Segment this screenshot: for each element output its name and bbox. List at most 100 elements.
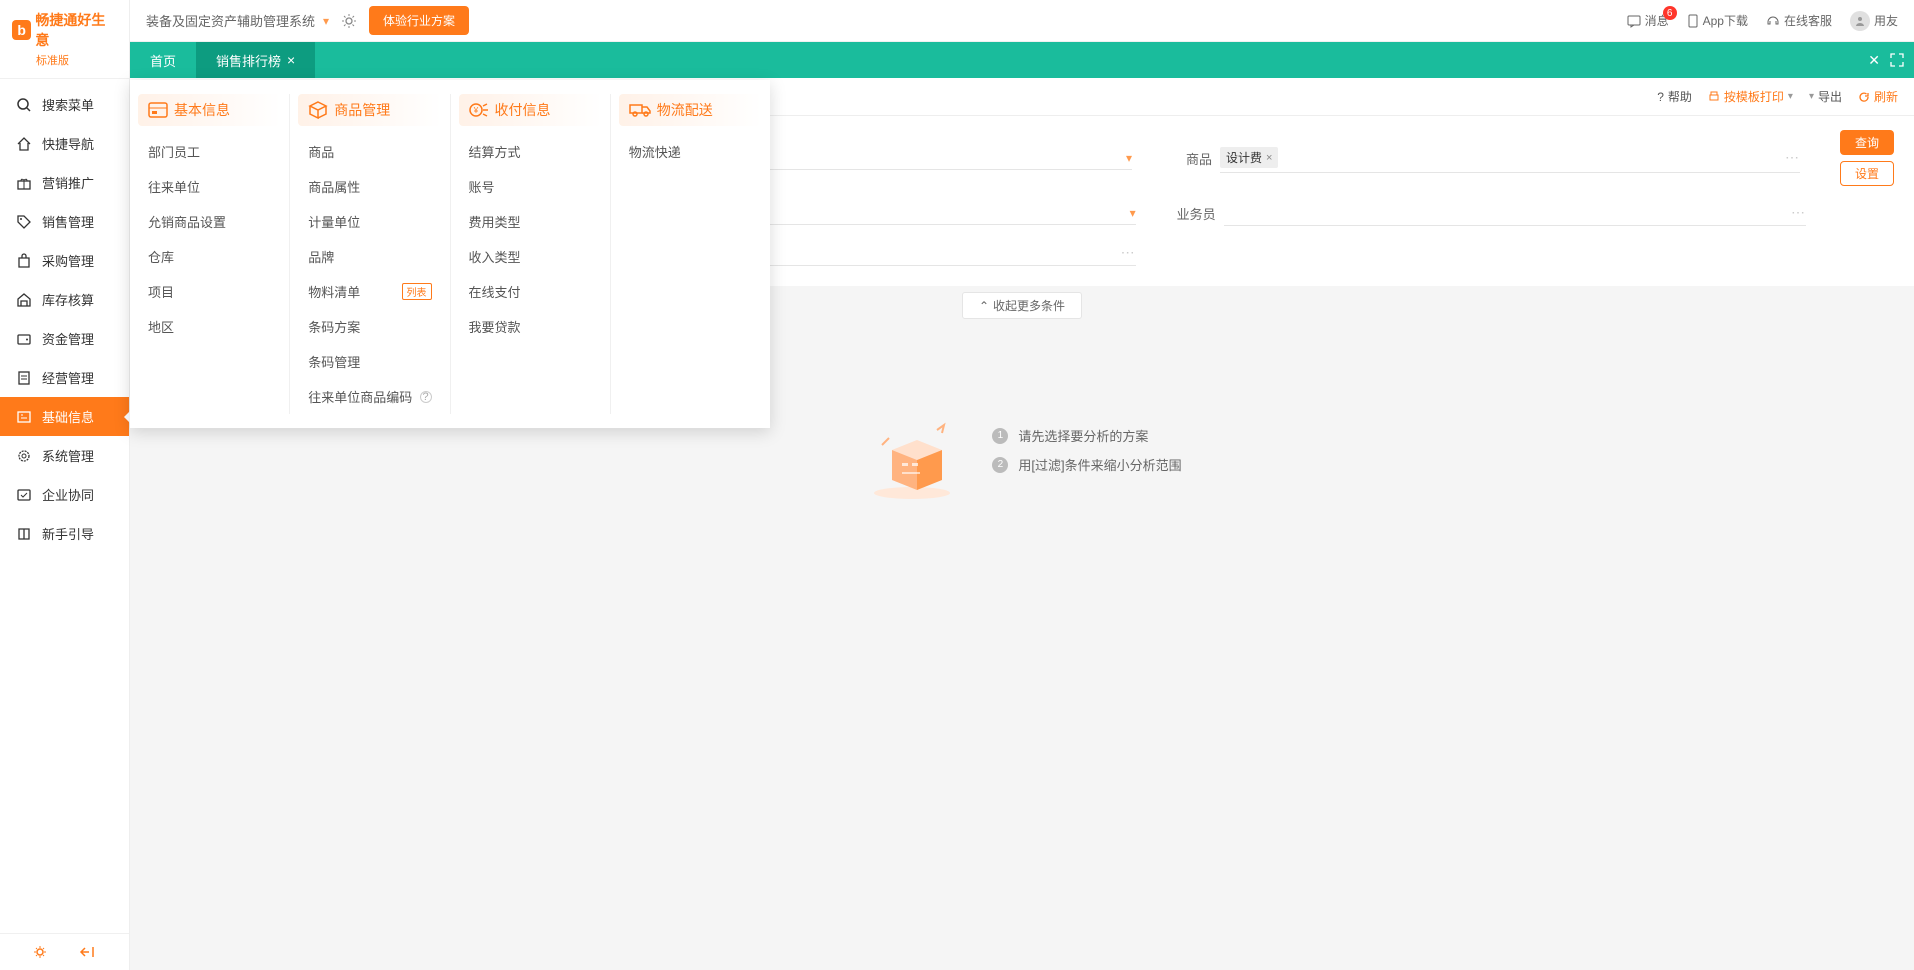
collapse-button[interactable]: ⌃ 收起更多条件 <box>962 292 1082 319</box>
settings-gear-icon[interactable] <box>341 13 357 29</box>
nav-system[interactable]: 系统管理 <box>0 436 129 475</box>
tag-close-icon[interactable]: × <box>1266 152 1272 164</box>
flyout-item[interactable]: 我要贷款 <box>459 309 602 344</box>
flyout-item[interactable]: 条码方案 <box>298 309 441 344</box>
system-selector[interactable]: 装备及固定资产辅助管理系统 ▾ <box>146 11 329 30</box>
nav-finance[interactable]: 资金管理 <box>0 319 129 358</box>
link-icon <box>16 487 32 503</box>
flyout-item[interactable]: 计量单位 <box>298 204 441 239</box>
flyout-item[interactable]: 结算方式 <box>459 134 602 169</box>
tabs-actions: ✕ <box>1868 42 1914 78</box>
chevron-up-icon: ⌃ <box>979 299 989 313</box>
settings-icon[interactable] <box>32 944 48 960</box>
flyout-col-logistics: 物流配送 物流快递 <box>611 94 770 414</box>
flyout-item[interactable]: 商品属性 <box>298 169 441 204</box>
flyout-item[interactable]: 地区 <box>138 309 281 344</box>
gear-icon <box>16 448 32 464</box>
flyout-header-basic: 基本信息 <box>138 94 281 126</box>
flyout-item[interactable]: 物料清单列表 <box>298 274 441 309</box>
online-service-link[interactable]: 在线客服 <box>1766 12 1832 29</box>
experience-button[interactable]: 体验行业方案 <box>369 6 469 35</box>
nav-inventory[interactable]: 库存核算 <box>0 280 129 319</box>
phone-icon <box>1687 14 1699 28</box>
nav-operation[interactable]: 经营管理 <box>0 358 129 397</box>
flyout-item[interactable]: 项目 <box>138 274 281 309</box>
user-menu[interactable]: 用友 <box>1850 11 1898 31</box>
logo-area: b 畅捷通好生意 标准版 <box>0 0 129 79</box>
empty-illustration-icon <box>862 405 962 505</box>
help-icon[interactable]: ? <box>420 391 432 403</box>
close-icon[interactable]: × <box>287 52 295 68</box>
nav-quick[interactable]: 快捷导航 <box>0 124 129 163</box>
flyout-item[interactable]: 账号 <box>459 169 602 204</box>
tabs-bar: 首页 销售排行榜 × ✕ <box>130 42 1914 78</box>
step-1-badge: 1 <box>992 428 1008 444</box>
list-badge: 列表 <box>402 283 432 300</box>
book-icon <box>16 526 32 542</box>
nav: 搜索菜单 快捷导航 营销推广 销售管理 采购管理 库存核算 资金管理 经营管理 … <box>0 79 129 933</box>
sidebar: b 畅捷通好生意 标准版 搜索菜单 快捷导航 营销推广 销售管理 采购管理 库存… <box>0 0 130 970</box>
product-label: 商品 <box>1172 149 1212 168</box>
flyout-header-product: 商品管理 <box>298 94 441 126</box>
logo-icon: b <box>12 20 31 40</box>
flyout-item[interactable]: 商品 <box>298 134 441 169</box>
brand-edition: 标准版 <box>36 52 117 68</box>
flyout-item[interactable]: 物流快递 <box>619 134 762 169</box>
print-link[interactable]: 按模板打印▾ <box>1708 88 1793 105</box>
chevron-down-icon: ▾ <box>1126 151 1132 165</box>
flyout-item[interactable]: 在线支付 <box>459 274 602 309</box>
nav-marketing[interactable]: 营销推广 <box>0 163 129 202</box>
flyout-item[interactable]: 收入类型 <box>459 239 602 274</box>
step-2-badge: 2 <box>992 457 1008 473</box>
flyout-item[interactable]: 品牌 <box>298 239 441 274</box>
nav-search[interactable]: 搜索菜单 <box>0 85 129 124</box>
wallet-icon <box>16 331 32 347</box>
flyout-item[interactable]: 条码管理 <box>298 344 441 379</box>
main: 装备及固定资产辅助管理系统 ▾ 体验行业方案 消息 6 App下载 在线客服 <box>130 0 1914 970</box>
export-link[interactable]: ▾导出 <box>1809 88 1842 105</box>
product-select[interactable]: 设计费× ⋯ <box>1220 143 1800 173</box>
more-icon[interactable]: ⋯ <box>1121 244 1136 261</box>
flyout-col-basic: 基本信息 部门员工 往来单位 允销商品设置 仓库 项目 地区 <box>130 94 290 414</box>
help-link[interactable]: ?帮助 <box>1657 88 1692 105</box>
coin-icon: ¥ <box>469 101 489 119</box>
flyout-item[interactable]: 仓库 <box>138 239 281 274</box>
query-button[interactable]: 查询 <box>1840 130 1894 155</box>
more-icon[interactable]: ⋯ <box>1791 204 1806 221</box>
flyout-item[interactable]: 部门员工 <box>138 134 281 169</box>
message-badge: 6 <box>1663 6 1677 20</box>
setting-button[interactable]: 设置 <box>1840 161 1894 186</box>
chevron-down-icon: ▾ <box>1130 206 1136 220</box>
flyout-item[interactable]: 往来单位 <box>138 169 281 204</box>
sidebar-footer <box>0 933 129 970</box>
nav-enterprise[interactable]: 企业协同 <box>0 475 129 514</box>
svg-text:¥: ¥ <box>472 106 478 115</box>
refresh-link[interactable]: 刷新 <box>1858 88 1898 105</box>
app-download-link[interactable]: App下载 <box>1687 12 1748 29</box>
chevron-down-icon: ▾ <box>1809 91 1814 102</box>
avatar-icon <box>1850 11 1870 31</box>
fullscreen-icon[interactable] <box>1890 53 1904 67</box>
card-icon <box>148 102 168 118</box>
nav-purchase[interactable]: 采购管理 <box>0 241 129 280</box>
more-icon[interactable]: ⋯ <box>1785 149 1800 166</box>
flyout-menu: 基本信息 部门员工 往来单位 允销商品设置 仓库 项目 地区 商品管理 商品 商… <box>130 80 770 428</box>
message-icon <box>1627 14 1641 28</box>
message-link[interactable]: 消息 6 <box>1627 12 1669 29</box>
nav-basic-info[interactable]: 基础信息 <box>0 397 129 436</box>
flyout-item[interactable]: 允销商品设置 <box>138 204 281 239</box>
tab-sales-rank[interactable]: 销售排行榜 × <box>196 42 315 78</box>
flyout-item[interactable]: 往来单位商品编码? <box>298 379 441 414</box>
nav-sales[interactable]: 销售管理 <box>0 202 129 241</box>
nav-guide[interactable]: 新手引导 <box>0 514 129 553</box>
tab-home[interactable]: 首页 <box>130 42 196 78</box>
close-all-icon[interactable]: ✕ <box>1868 52 1880 69</box>
flyout-header-logistics: 物流配送 <box>619 94 762 126</box>
collapse-icon[interactable] <box>79 945 97 959</box>
flyout-item[interactable]: 费用类型 <box>459 204 602 239</box>
chevron-down-icon: ▾ <box>323 14 329 28</box>
tag-icon <box>16 214 32 230</box>
truck-icon <box>629 102 651 118</box>
logo: b 畅捷通好生意 <box>12 10 117 50</box>
salesperson-select[interactable]: ⋯ <box>1224 200 1806 226</box>
